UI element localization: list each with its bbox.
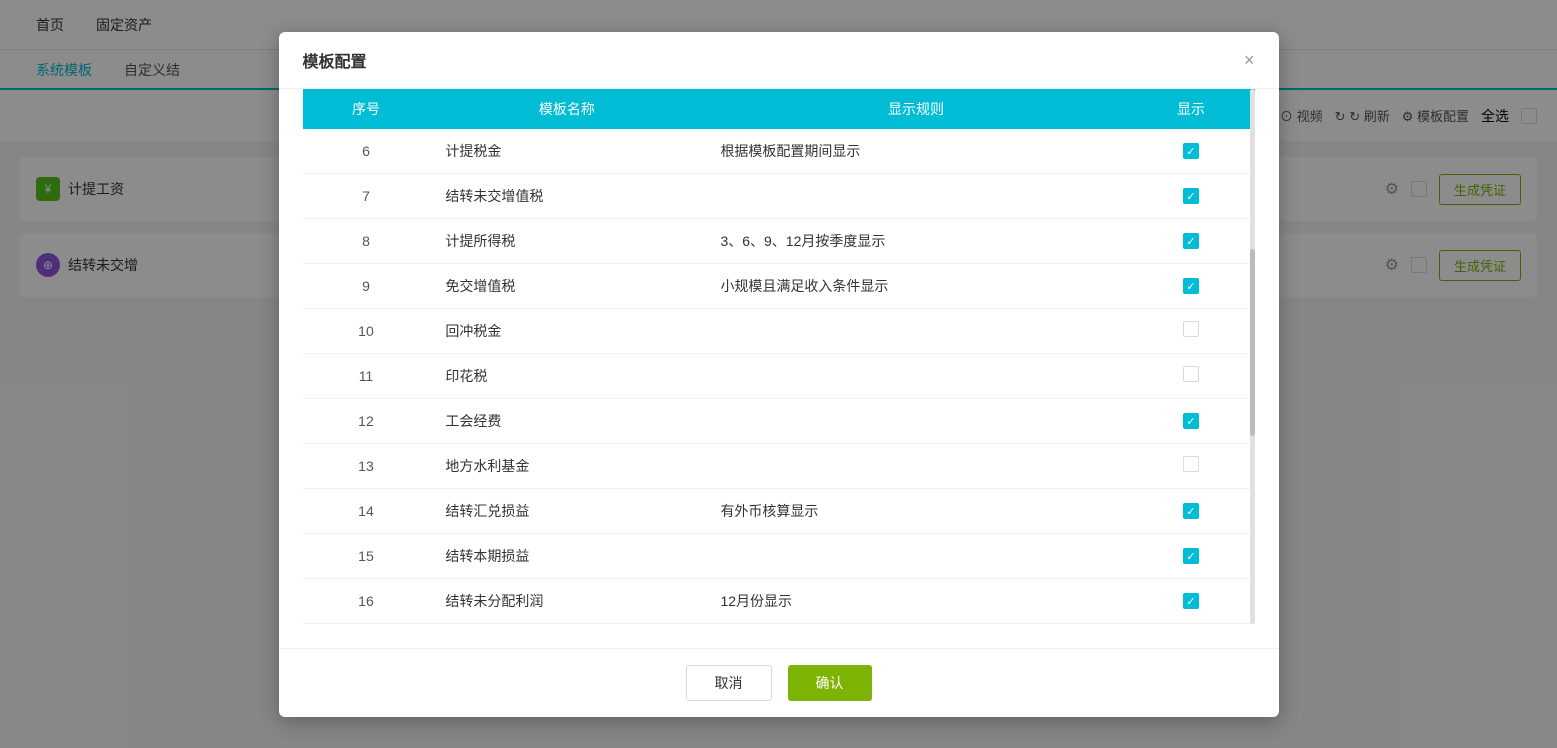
table-body: 6计提税金根据模板配置期间显示✓7结转未交增值税✓8计提所得税3、6、9、12月…	[303, 129, 1255, 624]
table-header-row: 序号 模板名称 显示规则 显示	[303, 89, 1255, 129]
checkbox-unchecked-5[interactable]	[1183, 366, 1199, 382]
table-row: 14结转汇兑损益有外币核算显示 ✓	[303, 488, 1255, 533]
col-header-rule: 显示规则	[704, 89, 1127, 129]
cell-rule-6	[704, 398, 1127, 443]
cell-id-9: 15	[303, 533, 430, 578]
table-row: 16结转未分配利润12月份显示 ✓	[303, 578, 1255, 623]
modal-body: 序号 模板名称 显示规则 显示 6计提税金根据模板配置期间显示✓7结转未交增值税…	[279, 89, 1279, 648]
confirm-button[interactable]: 确认	[788, 665, 872, 701]
cell-rule-0: 根据模板配置期间显示	[704, 129, 1127, 174]
cell-id-8: 14	[303, 488, 430, 533]
checkbox-checked-9[interactable]: ✓	[1183, 548, 1199, 564]
cell-check-1: ✓	[1128, 173, 1255, 218]
cell-name-8: 结转汇兑损益	[429, 488, 704, 533]
config-table: 序号 模板名称 显示规则 显示 6计提税金根据模板配置期间显示✓7结转未交增值税…	[303, 89, 1255, 624]
cell-id-5: 11	[303, 353, 430, 398]
cell-id-0: 6	[303, 129, 430, 174]
scrollbar-track	[1250, 89, 1255, 624]
cell-name-3: 免交增值税	[429, 263, 704, 308]
cell-name-5: 印花税	[429, 353, 704, 398]
table-row: 9免交增值税小规模且满足收入条件显示 ✓	[303, 263, 1255, 308]
cell-rule-5	[704, 353, 1127, 398]
cell-check-3: ✓	[1128, 263, 1255, 308]
cell-check-2: ✓	[1128, 218, 1255, 263]
cell-rule-10: 12月份显示	[704, 578, 1127, 623]
cell-rule-4	[704, 308, 1127, 353]
checkbox-checked-0[interactable]: ✓	[1183, 143, 1199, 159]
modal-overlay: 模板配置 × 序号 模板名称 显示规则 显示 6计提税金根据模板配置期间显	[0, 0, 1557, 748]
checkbox-checked-2[interactable]: ✓	[1183, 233, 1199, 249]
cell-check-4	[1128, 308, 1255, 353]
modal-close-button[interactable]: ×	[1244, 51, 1255, 69]
cell-rule-3: 小规模且满足收入条件显示	[704, 263, 1127, 308]
table-row: 11印花税	[303, 353, 1255, 398]
scrollbar-thumb	[1250, 249, 1255, 436]
cell-check-8: ✓	[1128, 488, 1255, 533]
modal-header: 模板配置 ×	[279, 32, 1279, 89]
modal-template-config: 模板配置 × 序号 模板名称 显示规则 显示 6计提税金根据模板配置期间显	[279, 32, 1279, 717]
table-row: 7结转未交增值税 ✓	[303, 173, 1255, 218]
col-header-display: 显示	[1128, 89, 1255, 129]
cell-id-6: 12	[303, 398, 430, 443]
cell-check-10: ✓	[1128, 578, 1255, 623]
cell-name-2: 计提所得税	[429, 218, 704, 263]
cancel-button[interactable]: 取消	[686, 665, 772, 701]
checkbox-checked-6[interactable]: ✓	[1183, 413, 1199, 429]
table-row: 8计提所得税3、6、9、12月按季度显示 ✓	[303, 218, 1255, 263]
cell-name-1: 结转未交增值税	[429, 173, 704, 218]
table-row: 12工会经费 ✓	[303, 398, 1255, 443]
table-row: 6计提税金根据模板配置期间显示 ✓	[303, 129, 1255, 174]
checkbox-checked-3[interactable]: ✓	[1183, 278, 1199, 294]
cell-check-7	[1128, 443, 1255, 488]
cell-name-10: 结转未分配利润	[429, 578, 704, 623]
checkbox-checked-8[interactable]: ✓	[1183, 503, 1199, 519]
modal-footer: 取消 确认	[279, 648, 1279, 717]
cell-id-1: 7	[303, 173, 430, 218]
col-header-name: 模板名称	[429, 89, 704, 129]
cell-rule-9	[704, 533, 1127, 578]
table-row: 10回冲税金	[303, 308, 1255, 353]
table-row: 15结转本期损益 ✓	[303, 533, 1255, 578]
cell-id-4: 10	[303, 308, 430, 353]
cell-check-6: ✓	[1128, 398, 1255, 443]
cell-check-9: ✓	[1128, 533, 1255, 578]
checkbox-unchecked-4[interactable]	[1183, 321, 1199, 337]
cell-rule-7	[704, 443, 1127, 488]
cell-id-10: 16	[303, 578, 430, 623]
cell-id-2: 8	[303, 218, 430, 263]
cell-rule-1	[704, 173, 1127, 218]
modal-title: 模板配置	[303, 48, 367, 72]
cell-name-7: 地方水利基金	[429, 443, 704, 488]
col-header-id: 序号	[303, 89, 430, 129]
checkbox-unchecked-7[interactable]	[1183, 456, 1199, 472]
cell-name-4: 回冲税金	[429, 308, 704, 353]
table-row: 13地方水利基金	[303, 443, 1255, 488]
cell-check-5	[1128, 353, 1255, 398]
cell-id-7: 13	[303, 443, 430, 488]
cell-id-3: 9	[303, 263, 430, 308]
cell-name-9: 结转本期损益	[429, 533, 704, 578]
cell-rule-8: 有外币核算显示	[704, 488, 1127, 533]
cell-check-0: ✓	[1128, 129, 1255, 174]
checkbox-checked-1[interactable]: ✓	[1183, 188, 1199, 204]
cell-rule-2: 3、6、9、12月按季度显示	[704, 218, 1127, 263]
cell-name-0: 计提税金	[429, 129, 704, 174]
cell-name-6: 工会经费	[429, 398, 704, 443]
table-wrapper: 序号 模板名称 显示规则 显示 6计提税金根据模板配置期间显示✓7结转未交增值税…	[303, 89, 1255, 624]
checkbox-checked-10[interactable]: ✓	[1183, 593, 1199, 609]
